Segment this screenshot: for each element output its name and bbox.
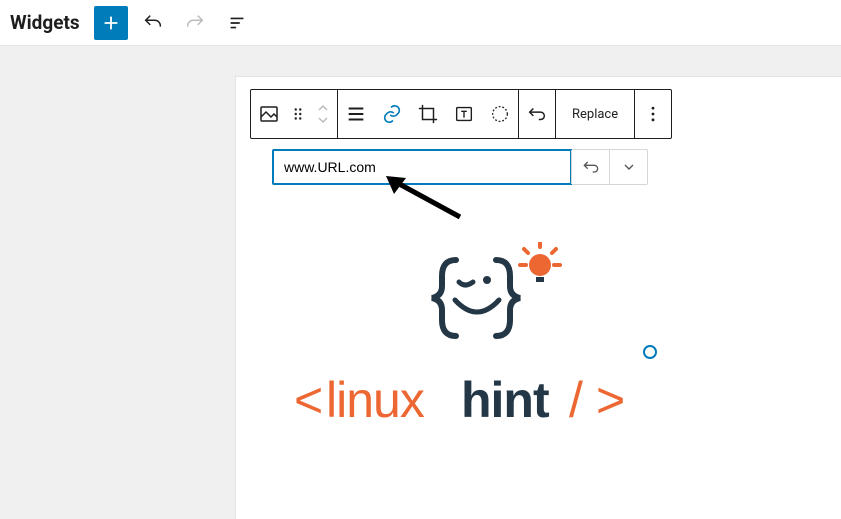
redo-icon bbox=[184, 12, 206, 34]
url-input[interactable] bbox=[272, 149, 572, 185]
transform-button[interactable] bbox=[519, 90, 555, 138]
logo-angle-close: > bbox=[596, 372, 625, 428]
drag-handle[interactable] bbox=[287, 90, 309, 138]
link-settings-toggle[interactable] bbox=[609, 150, 647, 184]
link-icon bbox=[381, 103, 403, 125]
workspace: Replace bbox=[0, 46, 841, 519]
submit-icon bbox=[581, 157, 601, 177]
block-mover[interactable] bbox=[309, 90, 337, 138]
logo-text-linux: linux bbox=[326, 372, 425, 428]
more-vertical-icon bbox=[643, 104, 663, 124]
undo-button[interactable] bbox=[136, 6, 170, 40]
crop-icon bbox=[417, 103, 439, 125]
link-button[interactable] bbox=[374, 90, 410, 138]
align-icon bbox=[345, 103, 367, 125]
logo-text-hint: hint bbox=[461, 372, 550, 428]
block-toolbar: Replace bbox=[250, 89, 672, 139]
text-overlay-button[interactable] bbox=[446, 90, 482, 138]
page-title: Widgets bbox=[6, 11, 86, 34]
submit-link-button[interactable] bbox=[571, 150, 609, 184]
more-options-button[interactable] bbox=[635, 90, 671, 138]
plus-icon bbox=[100, 12, 122, 34]
logo-angle-open: < bbox=[294, 372, 323, 428]
editor-canvas: Replace bbox=[235, 76, 841, 519]
drag-icon bbox=[289, 105, 307, 123]
chevron-down-icon bbox=[621, 159, 637, 175]
duotone-icon bbox=[489, 103, 511, 125]
block-type-button[interactable] bbox=[251, 90, 287, 138]
list-view-icon bbox=[226, 12, 248, 34]
align-button[interactable] bbox=[338, 90, 374, 138]
duotone-button[interactable] bbox=[482, 90, 518, 138]
logo-slash: / bbox=[569, 372, 583, 428]
text-overlay-icon bbox=[453, 103, 475, 125]
add-block-button[interactable] bbox=[94, 6, 128, 40]
top-toolbar: Widgets bbox=[0, 0, 841, 46]
image-block-content[interactable]: < linux hint / > bbox=[266, 242, 646, 442]
image-block-icon bbox=[257, 102, 281, 126]
link-popover bbox=[272, 149, 648, 185]
move-up-icon bbox=[316, 103, 330, 113]
resize-handle[interactable] bbox=[643, 345, 657, 359]
redo-button[interactable] bbox=[178, 6, 212, 40]
move-down-icon bbox=[316, 115, 330, 125]
transform-icon bbox=[526, 103, 548, 125]
replace-button[interactable]: Replace bbox=[556, 90, 634, 138]
crop-button[interactable] bbox=[410, 90, 446, 138]
list-view-button[interactable] bbox=[220, 6, 254, 40]
undo-icon bbox=[142, 12, 164, 34]
